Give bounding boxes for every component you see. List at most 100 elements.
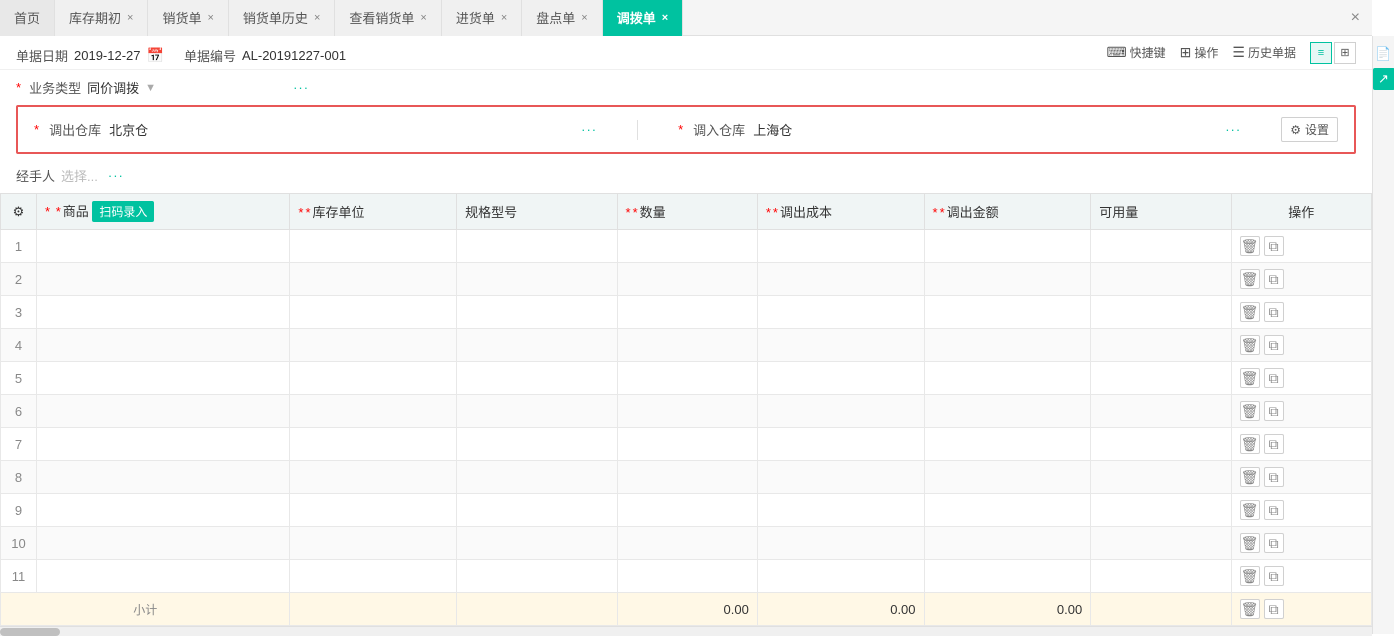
tab-inventory-init[interactable]: 库存期初 × xyxy=(55,0,148,36)
row-spec[interactable] xyxy=(457,527,617,560)
delete-icon[interactable]: 🗑 xyxy=(1240,566,1260,586)
tab-transfer-order[interactable]: 调拨单 × xyxy=(603,0,683,36)
row-product[interactable] xyxy=(37,362,290,395)
row-spec[interactable] xyxy=(457,461,617,494)
copy-icon[interactable]: ⧉ xyxy=(1264,533,1284,553)
row-transfer-amount[interactable] xyxy=(924,494,1091,527)
delete-icon[interactable]: 🗑 xyxy=(1240,236,1260,256)
settings-button[interactable]: ⚙ 设置 xyxy=(1281,117,1338,142)
row-transfer-amount[interactable] xyxy=(924,527,1091,560)
row-transfer-amount[interactable] xyxy=(924,461,1091,494)
shortcut-button[interactable]: ⌨ 快捷键 xyxy=(1106,44,1165,61)
row-unit[interactable] xyxy=(290,494,457,527)
row-product[interactable] xyxy=(37,428,290,461)
row-spec[interactable] xyxy=(457,230,617,263)
row-unit[interactable] xyxy=(290,230,457,263)
copy-icon[interactable]: ⧉ xyxy=(1264,368,1284,388)
copy-icon[interactable]: ⧉ xyxy=(1264,599,1284,619)
row-spec[interactable] xyxy=(457,296,617,329)
row-quantity[interactable] xyxy=(617,230,757,263)
row-transfer-cost[interactable] xyxy=(757,527,924,560)
layout-btn-grid[interactable]: ⊞ xyxy=(1334,42,1356,64)
row-product[interactable] xyxy=(37,461,290,494)
handler-select[interactable]: 选择... xyxy=(61,166,98,185)
row-unit[interactable] xyxy=(290,362,457,395)
row-quantity[interactable] xyxy=(617,494,757,527)
copy-icon[interactable]: ⧉ xyxy=(1264,335,1284,355)
operations-button[interactable]: ⊞ 操作 xyxy=(1180,44,1219,61)
tab-sales-history[interactable]: 销货单历史 × xyxy=(229,0,335,36)
delete-icon[interactable]: 🗑 xyxy=(1240,434,1260,454)
row-quantity[interactable] xyxy=(617,362,757,395)
tab-view-sales[interactable]: 查看销货单 × xyxy=(335,0,441,36)
tab-home[interactable]: 首页 xyxy=(0,0,55,36)
row-product[interactable] xyxy=(37,494,290,527)
delete-icon[interactable]: 🗑 xyxy=(1240,368,1260,388)
row-unit[interactable] xyxy=(290,329,457,362)
layout-btn-list[interactable]: ≡ xyxy=(1310,42,1332,64)
copy-icon[interactable]: ⧉ xyxy=(1264,269,1284,289)
row-transfer-amount[interactable] xyxy=(924,296,1091,329)
column-settings[interactable]: ⚙ xyxy=(1,194,37,230)
sidebar-note-icon[interactable]: 📄 xyxy=(1374,44,1394,64)
delete-icon[interactable]: 🗑 xyxy=(1240,467,1260,487)
copy-icon[interactable]: ⧉ xyxy=(1264,500,1284,520)
close-tab-inventory-count[interactable]: × xyxy=(581,12,587,24)
row-quantity[interactable] xyxy=(617,263,757,296)
row-transfer-amount[interactable] xyxy=(924,362,1091,395)
row-spec[interactable] xyxy=(457,428,617,461)
row-quantity[interactable] xyxy=(617,560,757,593)
row-transfer-amount[interactable] xyxy=(924,329,1091,362)
row-transfer-cost[interactable] xyxy=(757,395,924,428)
copy-icon[interactable]: ⧉ xyxy=(1264,566,1284,586)
business-type-select[interactable]: 同价调拨 ▼ xyxy=(87,78,287,97)
row-quantity[interactable] xyxy=(617,461,757,494)
row-quantity[interactable] xyxy=(617,527,757,560)
row-unit[interactable] xyxy=(290,527,457,560)
row-unit[interactable] xyxy=(290,263,457,296)
business-type-more[interactable]: ··· xyxy=(293,80,309,95)
row-product[interactable] xyxy=(37,395,290,428)
row-product[interactable] xyxy=(37,296,290,329)
row-transfer-amount[interactable] xyxy=(924,263,1091,296)
tab-sales-order[interactable]: 销货单 × xyxy=(148,0,228,36)
copy-icon[interactable]: ⧉ xyxy=(1264,467,1284,487)
delete-icon[interactable]: 🗑 xyxy=(1240,401,1260,421)
delete-icon[interactable]: 🗑 xyxy=(1240,302,1260,322)
close-tab-inventory-init[interactable]: × xyxy=(127,12,133,24)
row-transfer-cost[interactable] xyxy=(757,230,924,263)
row-transfer-cost[interactable] xyxy=(757,362,924,395)
row-transfer-cost[interactable] xyxy=(757,296,924,329)
tab-purchase-order[interactable]: 进货单 × xyxy=(442,0,522,36)
warehouse-out-more[interactable]: ··· xyxy=(581,122,597,137)
handler-more[interactable]: ··· xyxy=(108,168,124,183)
scrollbar-thumb[interactable] xyxy=(0,628,60,636)
delete-icon[interactable]: 🗑 xyxy=(1240,269,1260,289)
row-transfer-cost[interactable] xyxy=(757,494,924,527)
row-spec[interactable] xyxy=(457,362,617,395)
horizontal-scrollbar[interactable] xyxy=(0,626,1372,636)
row-transfer-amount[interactable] xyxy=(924,395,1091,428)
row-unit[interactable] xyxy=(290,395,457,428)
row-quantity[interactable] xyxy=(617,428,757,461)
close-all-tabs[interactable]: × xyxy=(1339,0,1372,36)
row-spec[interactable] xyxy=(457,329,617,362)
history-button[interactable]: ☰ 历史单据 xyxy=(1232,44,1296,61)
delete-icon[interactable]: 🗑 xyxy=(1240,500,1260,520)
row-transfer-cost[interactable] xyxy=(757,560,924,593)
row-quantity[interactable] xyxy=(617,296,757,329)
scan-button[interactable]: 扫码录入 xyxy=(92,201,154,222)
row-spec[interactable] xyxy=(457,395,617,428)
delete-icon[interactable]: 🗑 xyxy=(1240,335,1260,355)
delete-icon[interactable]: 🗑 xyxy=(1240,533,1260,553)
row-transfer-amount[interactable] xyxy=(924,560,1091,593)
copy-icon[interactable]: ⧉ xyxy=(1264,236,1284,256)
close-tab-view-sales[interactable]: × xyxy=(420,12,426,24)
sidebar-export-icon[interactable]: ↗ xyxy=(1373,68,1394,90)
row-product[interactable] xyxy=(37,263,290,296)
warehouse-in-more[interactable]: ··· xyxy=(1225,122,1241,137)
tab-inventory-count[interactable]: 盘点单 × xyxy=(522,0,602,36)
delete-icon[interactable]: 🗑 xyxy=(1240,599,1260,619)
close-tab-sales-history[interactable]: × xyxy=(314,12,320,24)
row-transfer-amount[interactable] xyxy=(924,230,1091,263)
